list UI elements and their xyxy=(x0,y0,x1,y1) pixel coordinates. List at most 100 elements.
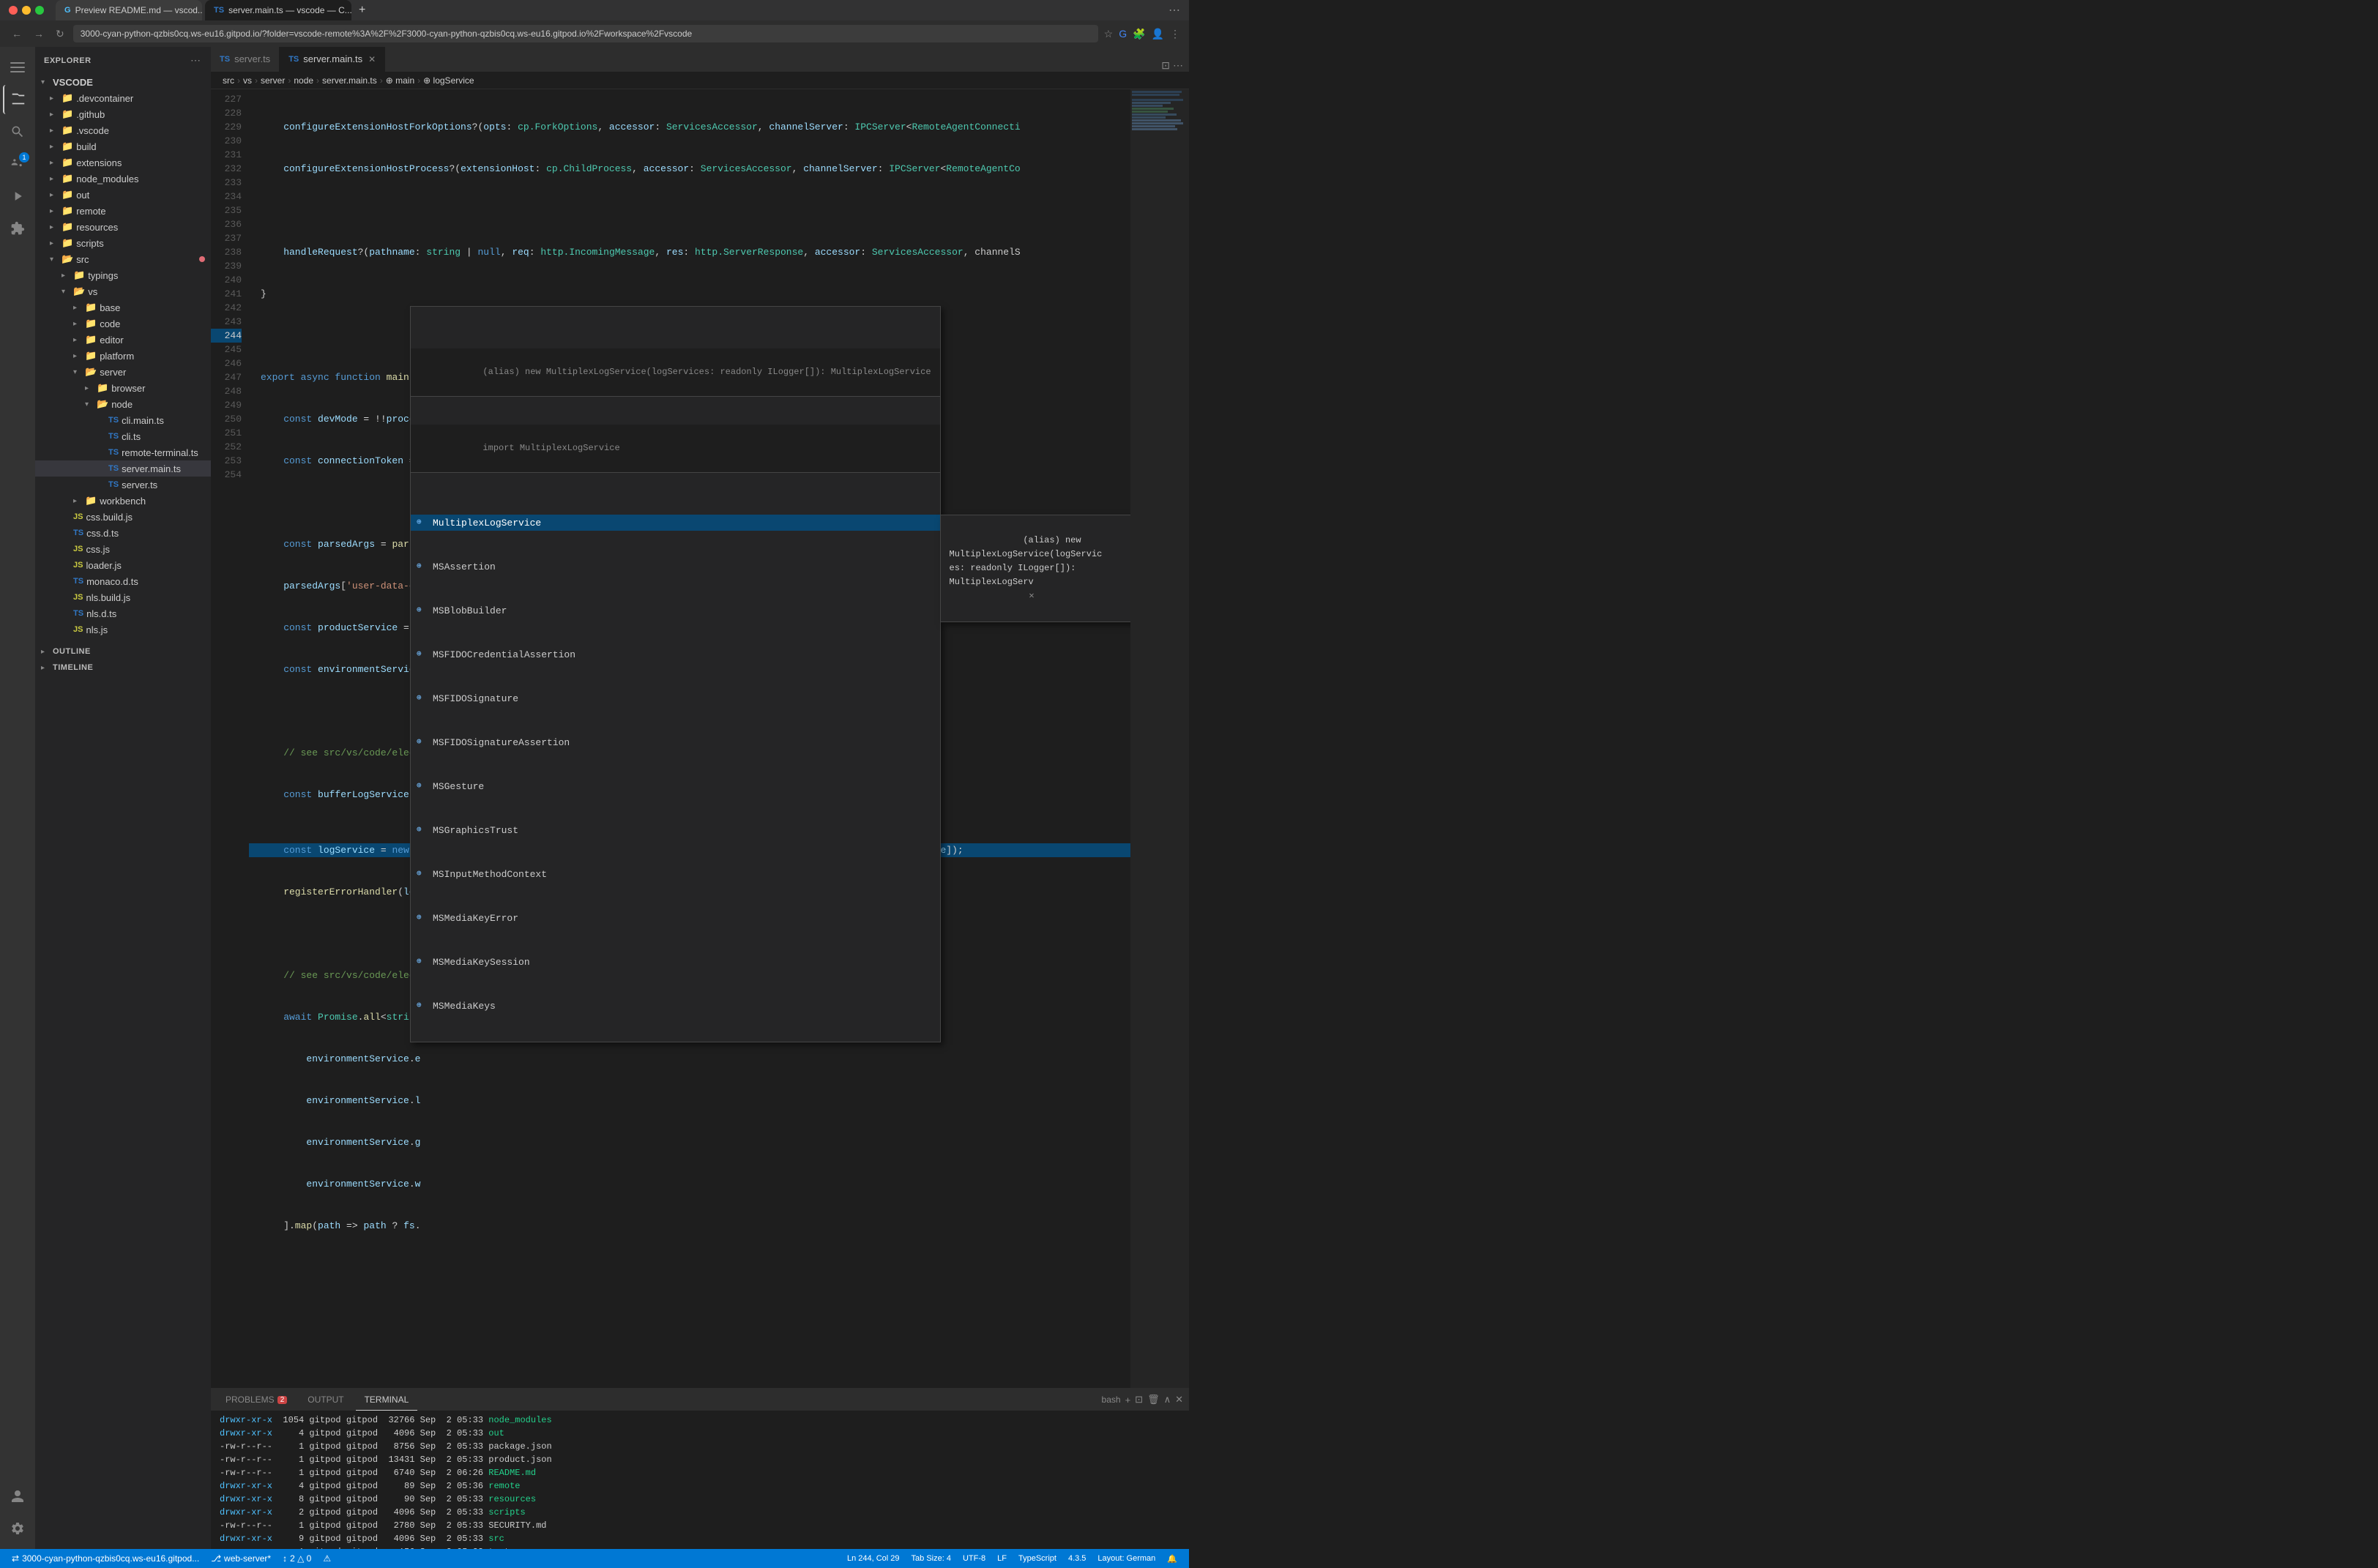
tree-item-remote[interactable]: ▸ 📁 remote xyxy=(35,203,211,219)
status-tab-size[interactable]: Tab Size: 4 xyxy=(906,1549,957,1568)
menu-icon[interactable]: ⋮ xyxy=(1170,28,1180,40)
breadcrumb-server[interactable]: server xyxy=(261,75,285,86)
maximize-panel-button[interactable]: ∧ xyxy=(1164,1394,1171,1405)
tree-item-server-ts[interactable]: TS server.ts xyxy=(35,477,211,493)
status-encoding[interactable]: UTF-8 xyxy=(957,1549,991,1568)
activity-settings[interactable] xyxy=(3,1514,32,1543)
panel-tab-output[interactable]: OUTPUT xyxy=(299,1389,352,1411)
tree-item-vs[interactable]: ▾ 📂 vs xyxy=(35,283,211,299)
tree-item-monaco[interactable]: TS monaco.d.ts xyxy=(35,573,211,589)
tree-item-remote-terminal[interactable]: TS remote-terminal.ts xyxy=(35,444,211,460)
terminal-content[interactable]: drwxr-xr-x 1054 gitpod gitpod 32766 Sep … xyxy=(211,1411,1189,1549)
status-remote[interactable]: ⇄ 3000-cyan-python-qzbis0cq.ws-eu16.gitp… xyxy=(6,1549,205,1568)
more-actions-button[interactable]: ⋯ xyxy=(1173,59,1183,72)
profile-icon[interactable]: 👤 xyxy=(1152,28,1164,40)
tree-item-build[interactable]: ▸ 📁 build xyxy=(35,138,211,154)
autocomplete-item-0[interactable]: ⊕ MultiplexLogService (alias) new Multip… xyxy=(411,515,940,531)
address-input[interactable] xyxy=(73,25,1098,42)
tree-item-devcontainer[interactable]: ▸ 📁 .devcontainer xyxy=(35,90,211,106)
status-line-ending[interactable]: LF xyxy=(991,1549,1013,1568)
window-controls[interactable]: ⋯ xyxy=(1168,3,1180,18)
new-terminal-button[interactable]: + xyxy=(1125,1395,1131,1405)
tree-root-vscode[interactable]: ▾ VSCODE xyxy=(35,74,211,90)
status-version[interactable]: 4.3.5 xyxy=(1062,1549,1092,1568)
tree-item-vscode-folder[interactable]: ▸ 📁 .vscode xyxy=(35,122,211,138)
tree-item-src[interactable]: ▾ 📂 src xyxy=(35,251,211,267)
tree-item-nls-build[interactable]: JS nls.build.js xyxy=(35,589,211,605)
tree-item-node[interactable]: ▾ 📂 node xyxy=(35,396,211,412)
autocomplete-item-10[interactable]: ⊕ MSMediaKeySession xyxy=(411,954,940,970)
bookmark-icon[interactable]: ☆ xyxy=(1104,28,1114,40)
tree-item-cli[interactable]: TS cli.ts xyxy=(35,428,211,444)
breadcrumb-file[interactable]: server.main.ts xyxy=(322,75,377,86)
status-layout[interactable]: Layout: German xyxy=(1092,1549,1161,1568)
tree-item-out[interactable]: ▸ 📁 out xyxy=(35,187,211,203)
activity-run[interactable] xyxy=(3,182,32,211)
editor-tab-server-main[interactable]: TS server.main.ts ✕ xyxy=(280,47,385,72)
new-tab-button[interactable]: + xyxy=(354,4,370,17)
autocomplete-popup[interactable]: (alias) new MultiplexLogService(logServi… xyxy=(410,306,941,1042)
editor-tab-server[interactable]: TS server.ts xyxy=(211,47,280,72)
autocomplete-item-2[interactable]: ⊕ MSBlobBuilder xyxy=(411,602,940,619)
autocomplete-item-1[interactable]: ⊕ MSAssertion xyxy=(411,559,940,575)
refresh-button[interactable]: ↻ xyxy=(53,26,67,42)
tree-item-css-d[interactable]: TS css.d.ts xyxy=(35,525,211,541)
panel-tab-terminal[interactable]: TERMINAL xyxy=(356,1389,418,1411)
tree-item-platform[interactable]: ▸ 📁 platform xyxy=(35,348,211,364)
new-file-button[interactable]: ⋯ xyxy=(189,53,202,68)
tree-item-server-main[interactable]: TS server.main.ts xyxy=(35,460,211,477)
kill-terminal-button[interactable]: 🗑 xyxy=(1147,1394,1160,1405)
tree-item-nls-d[interactable]: TS nls.d.ts xyxy=(35,605,211,621)
forward-button[interactable]: → xyxy=(31,26,47,41)
status-branch[interactable]: ⎇ web-server* xyxy=(205,1549,277,1568)
minimize-button[interactable] xyxy=(22,6,31,15)
browser-tab-1[interactable]: G Preview README.md — vscod... ✕ xyxy=(56,0,202,20)
autocomplete-item-11[interactable]: ⊕ MSMediaKeys xyxy=(411,998,940,1014)
status-sync[interactable]: ↕ 2 △ 0 xyxy=(277,1549,317,1568)
tree-item-node-modules[interactable]: ▸ 📁 node_modules xyxy=(35,171,211,187)
activity-menu[interactable] xyxy=(3,53,32,82)
tree-item-base[interactable]: ▸ 📁 base xyxy=(35,299,211,316)
tree-item-css-js[interactable]: JS css.js xyxy=(35,541,211,557)
activity-search[interactable] xyxy=(3,117,32,146)
split-terminal-button[interactable]: ⊡ xyxy=(1135,1394,1143,1405)
autocomplete-item-4[interactable]: ⊕ MSFIDOSignature xyxy=(411,690,940,706)
breadcrumb-logservice[interactable]: ⊕ logService xyxy=(423,75,474,86)
status-errors[interactable]: ⚠ xyxy=(317,1549,337,1568)
status-bell[interactable]: 🔔 xyxy=(1161,1549,1183,1568)
close-panel-button[interactable]: ✕ xyxy=(1175,1394,1183,1405)
tree-item-github[interactable]: ▸ 📁 .github xyxy=(35,106,211,122)
autocomplete-item-6[interactable]: ⊕ MSGesture xyxy=(411,778,940,794)
activity-extensions[interactable] xyxy=(3,214,32,243)
breadcrumb-node[interactable]: node xyxy=(294,75,313,86)
tab-close-icon[interactable]: ✕ xyxy=(368,54,376,64)
extensions-icon[interactable]: 🧩 xyxy=(1133,28,1145,40)
tree-item-css-build[interactable]: JS css.build.js xyxy=(35,509,211,525)
breadcrumb-vs[interactable]: vs xyxy=(243,75,252,86)
tree-item-typings[interactable]: ▸ 📁 typings xyxy=(35,267,211,283)
panel-tab-problems[interactable]: PROBLEMS 2 xyxy=(217,1389,296,1411)
autocomplete-item-3[interactable]: ⊕ MSFIDOCredentialAssertion xyxy=(411,646,940,662)
chrome-icon[interactable]: G xyxy=(1119,28,1127,40)
tree-item-code[interactable]: ▸ 📁 code xyxy=(35,316,211,332)
tree-item-loader[interactable]: JS loader.js xyxy=(35,557,211,573)
activity-explorer[interactable] xyxy=(3,85,32,114)
activity-source-control[interactable]: 1 xyxy=(3,149,32,179)
tree-item-server[interactable]: ▾ 📂 server xyxy=(35,364,211,380)
split-editor-button[interactable]: ⊡ xyxy=(1161,59,1170,72)
tree-item-scripts[interactable]: ▸ 📁 scripts xyxy=(35,235,211,251)
code-content[interactable]: configureExtensionHostForkOptions?(opts:… xyxy=(249,89,1130,1388)
breadcrumb-src[interactable]: src xyxy=(223,75,234,86)
timeline-header[interactable]: ▸ TIMELINE xyxy=(35,660,211,676)
tree-item-cli-main[interactable]: TS cli.main.ts xyxy=(35,412,211,428)
autocomplete-close-icon[interactable]: ✕ xyxy=(1029,591,1034,601)
activity-account[interactable] xyxy=(3,1482,32,1511)
autocomplete-item-5[interactable]: ⊕ MSFIDOSignatureAssertion xyxy=(411,734,940,750)
tree-item-workbench[interactable]: ▸ 📁 workbench xyxy=(35,493,211,509)
tree-item-extensions[interactable]: ▸ 📁 extensions xyxy=(35,154,211,171)
autocomplete-item-8[interactable]: ⊕ MSInputMethodContext xyxy=(411,866,940,882)
status-language[interactable]: TypeScript xyxy=(1013,1549,1062,1568)
autocomplete-item-9[interactable]: ⊕ MSMediaKeyError xyxy=(411,910,940,926)
maximize-button[interactable] xyxy=(35,6,44,15)
autocomplete-item-7[interactable]: ⊕ MSGraphicsTrust xyxy=(411,822,940,838)
